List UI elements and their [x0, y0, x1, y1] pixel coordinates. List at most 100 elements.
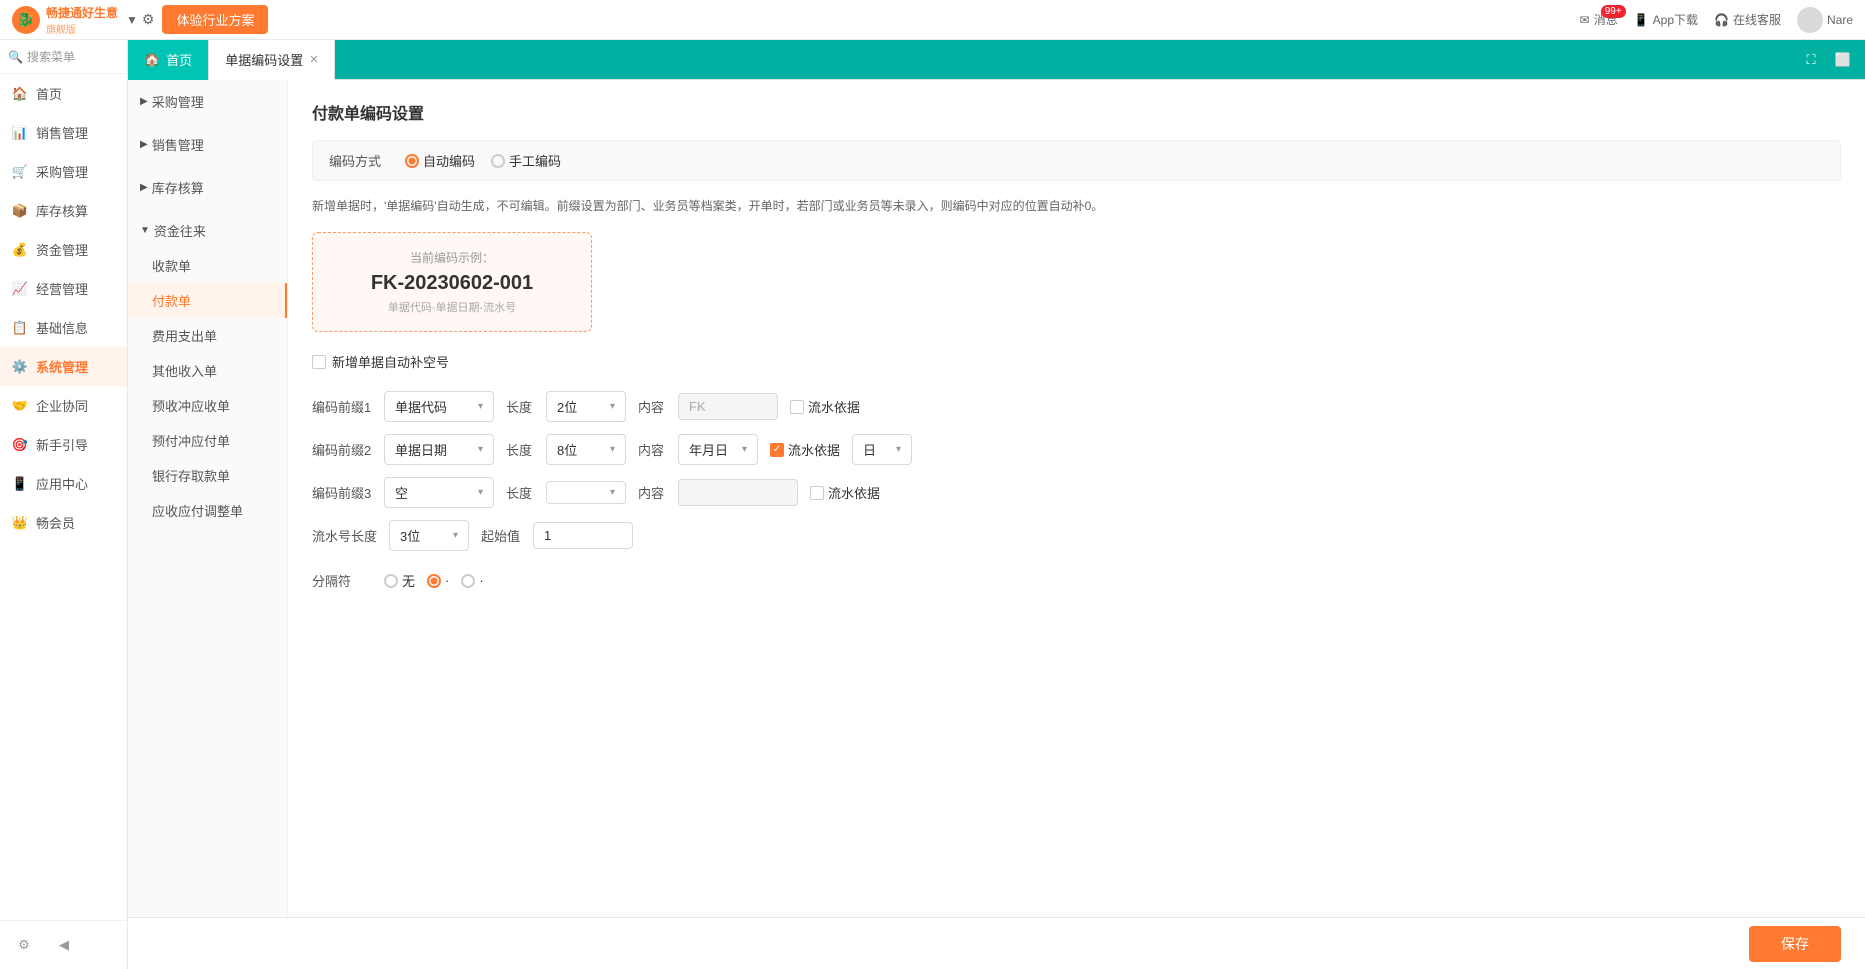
content-area: 🏠 首页 单据编码设置 ✕ ⛶ ⬜ ▶ 采购管理: [128, 40, 1865, 969]
prefix1-serial-checkbox-item[interactable]: 流水依据: [790, 397, 860, 416]
prefix1-select[interactable]: 单据代码 ▾: [384, 391, 494, 422]
app-download-button[interactable]: 📱 App下载: [1634, 11, 1698, 28]
prefix1-serial-checkbox[interactable]: [790, 400, 804, 414]
prefix1-select-arrow: ▾: [478, 401, 483, 412]
sub-nav-group-sales: ▶ 销售管理: [128, 123, 287, 166]
prefix2-content-arrow: ▾: [742, 444, 747, 455]
sub-nav-item-receipt[interactable]: 收款单: [128, 248, 287, 283]
prefix2-content-select[interactable]: 年月日 ▾: [678, 434, 758, 465]
prefix3-serial-checkbox-item[interactable]: 流水依据: [810, 483, 880, 502]
phone-icon: 📱: [1634, 13, 1649, 27]
manual-radio-button[interactable]: [491, 154, 505, 168]
sidebar-item-guide[interactable]: 🎯 新手引导: [0, 425, 127, 464]
sidebar-item-sales[interactable]: 📊 销售管理: [0, 113, 127, 152]
separator-none-radio-btn[interactable]: [384, 574, 398, 588]
separator-dash-radio[interactable]: ·: [427, 573, 449, 588]
manual-encoding-radio[interactable]: 手工编码: [491, 151, 561, 170]
sub-nav-item-expense[interactable]: 费用支出单: [128, 318, 287, 353]
company-icon: 🤝: [12, 398, 28, 414]
sidebar-item-system[interactable]: ⚙️ 系统管理: [0, 347, 127, 386]
username-label: Nare: [1827, 13, 1853, 27]
sub-nav-group-purchase: ▶ 采购管理: [128, 80, 287, 123]
prefix1-length-select[interactable]: 2位 ▾: [546, 391, 626, 422]
sub-nav-header-inventory[interactable]: ▶ 库存核算: [128, 170, 287, 205]
sub-nav-item-ar-ap-adjust[interactable]: 应收应付调整单: [128, 493, 287, 528]
save-button[interactable]: 保存: [1749, 926, 1841, 962]
tab-expand-button[interactable]: ⬜: [1829, 46, 1857, 74]
settings-button[interactable]: ⚙: [8, 929, 40, 961]
sales-icon: 📊: [12, 125, 28, 141]
prefix3-select-arrow: ▾: [478, 487, 483, 498]
prefix2-unit-arrow: ▾: [896, 444, 901, 455]
sub-nav-header-finance[interactable]: ▼ 资金往来: [128, 213, 287, 248]
sidebar-item-app[interactable]: 📱 应用中心: [0, 464, 127, 503]
prefix2-serial-checkbox-item[interactable]: ✓ 流水依据: [770, 440, 840, 459]
tab-fullscreen-button[interactable]: ⛶: [1797, 46, 1825, 74]
separator-label: 分隔符: [312, 571, 372, 590]
sub-nav-item-other-income[interactable]: 其他收入单: [128, 353, 287, 388]
prefix1-content-input[interactable]: [678, 393, 778, 420]
industry-solution-button[interactable]: 体验行业方案: [162, 5, 268, 34]
encoding-type-row: 编码方式 自动编码 手工编码: [312, 140, 1841, 181]
purchase-icon: 🛒: [12, 164, 28, 180]
notice-text: 新增单据时，'单据编码'自动生成，不可编辑。前缀设置为部门、业务员等档案类，开单…: [312, 197, 1841, 216]
customer-service-button[interactable]: 🎧 在线客服: [1714, 11, 1781, 28]
search-menu-button[interactable]: 🔍 搜索菜单: [0, 40, 127, 74]
sub-nav-item-prepay-receivable[interactable]: 预收冲应收单: [128, 388, 287, 423]
tab-encoding[interactable]: 单据编码设置 ✕: [209, 40, 335, 80]
prefix3-length-select[interactable]: ▾: [546, 481, 626, 504]
serial-length-select[interactable]: 3位 ▾: [389, 520, 469, 551]
code-preview-label: 当前编码示例：: [410, 249, 494, 266]
encoding-type-radio-group: 自动编码 手工编码: [405, 151, 561, 170]
prefix2-length-select[interactable]: 8位 ▾: [546, 434, 626, 465]
prefix2-serial-unit-select[interactable]: 日 ▾: [852, 434, 912, 465]
prefix3-content-input[interactable]: [678, 479, 798, 506]
user-avatar[interactable]: Nare: [1797, 7, 1853, 33]
prefix3-label: 编码前缀3: [312, 483, 372, 502]
prefix1-label: 编码前缀1: [312, 397, 372, 416]
chevron-right-icon-2: ▶: [140, 139, 148, 150]
sub-nav-item-bank-deposit[interactable]: 银行存取款单: [128, 458, 287, 493]
separator-dot-radio[interactable]: ·: [461, 573, 483, 588]
prefix1-length-arrow: ▾: [610, 401, 615, 412]
sidebar-item-vip[interactable]: 👑 畅会员: [0, 503, 127, 542]
tab-home[interactable]: 🏠 首页: [128, 40, 209, 80]
sidebar-item-home[interactable]: 🏠 首页: [0, 74, 127, 113]
auto-fill-checkbox[interactable]: [312, 355, 326, 369]
sidebar-item-purchase[interactable]: 🛒 采购管理: [0, 152, 127, 191]
message-badge: 99+: [1601, 5, 1626, 18]
sidebar-item-operations[interactable]: 📈 经营管理: [0, 269, 127, 308]
separator-dot-radio-btn[interactable]: [461, 574, 475, 588]
tab-close-icon[interactable]: ✕: [309, 53, 318, 66]
code-preview-box: 当前编码示例： FK-20230602-001 单据代码-单据日期-流水号: [312, 232, 592, 332]
collapse-button[interactable]: ◀: [48, 929, 80, 961]
sidebar: 🔍 搜索菜单 🏠 首页 📊 销售管理 🛒 采购管理 📦 库存核算 💰: [0, 40, 128, 969]
start-value-input[interactable]: [533, 522, 633, 549]
auto-encoding-radio[interactable]: 自动编码: [405, 151, 475, 170]
sub-nav-header-sales[interactable]: ▶ 销售管理: [128, 127, 287, 162]
sidebar-item-basic[interactable]: 📋 基础信息: [0, 308, 127, 347]
prefix3-select[interactable]: 空 ▾: [384, 477, 494, 508]
sub-nav-item-prepay-payable[interactable]: 预付冲应付单: [128, 423, 287, 458]
prefix2-select[interactable]: 单据日期 ▾: [384, 434, 494, 465]
sidebar-item-inventory[interactable]: 📦 库存核算: [0, 191, 127, 230]
sidebar-item-company[interactable]: 🤝 企业协同: [0, 386, 127, 425]
prefix2-label: 编码前缀2: [312, 440, 372, 459]
tab-encoding-label: 单据编码设置: [225, 50, 303, 69]
sub-nav-item-payment[interactable]: 付款单: [128, 283, 287, 318]
page-title: 付款单编码设置: [312, 100, 1841, 124]
gear-icon[interactable]: ⚙: [142, 11, 155, 28]
form-section: 编码前缀1 单据代码 ▾ 长度 2位 ▾ 内容: [312, 391, 1841, 590]
sidebar-item-finance[interactable]: 💰 资金管理: [0, 230, 127, 269]
separator-none-radio[interactable]: 无: [384, 571, 415, 590]
auto-radio-button[interactable]: [405, 154, 419, 168]
prefix2-row: 编码前缀2 单据日期 ▾ 长度 8位 ▾ 内容 年月日: [312, 434, 1841, 465]
topbar-dropdown[interactable]: ▼ ⚙: [126, 11, 154, 28]
separator-dash-radio-btn[interactable]: [427, 574, 441, 588]
app-icon: 📱: [12, 476, 28, 492]
message-button[interactable]: ✉ 消息 99+: [1580, 11, 1618, 28]
prefix3-serial-checkbox[interactable]: [810, 486, 824, 500]
sub-nav-header-purchase[interactable]: ▶ 采购管理: [128, 84, 287, 119]
prefix2-serial-checkbox[interactable]: ✓: [770, 443, 784, 457]
sub-nav-group-finance: ▼ 资金往来 收款单 付款单 费用支出单 其他收入单: [128, 209, 287, 532]
